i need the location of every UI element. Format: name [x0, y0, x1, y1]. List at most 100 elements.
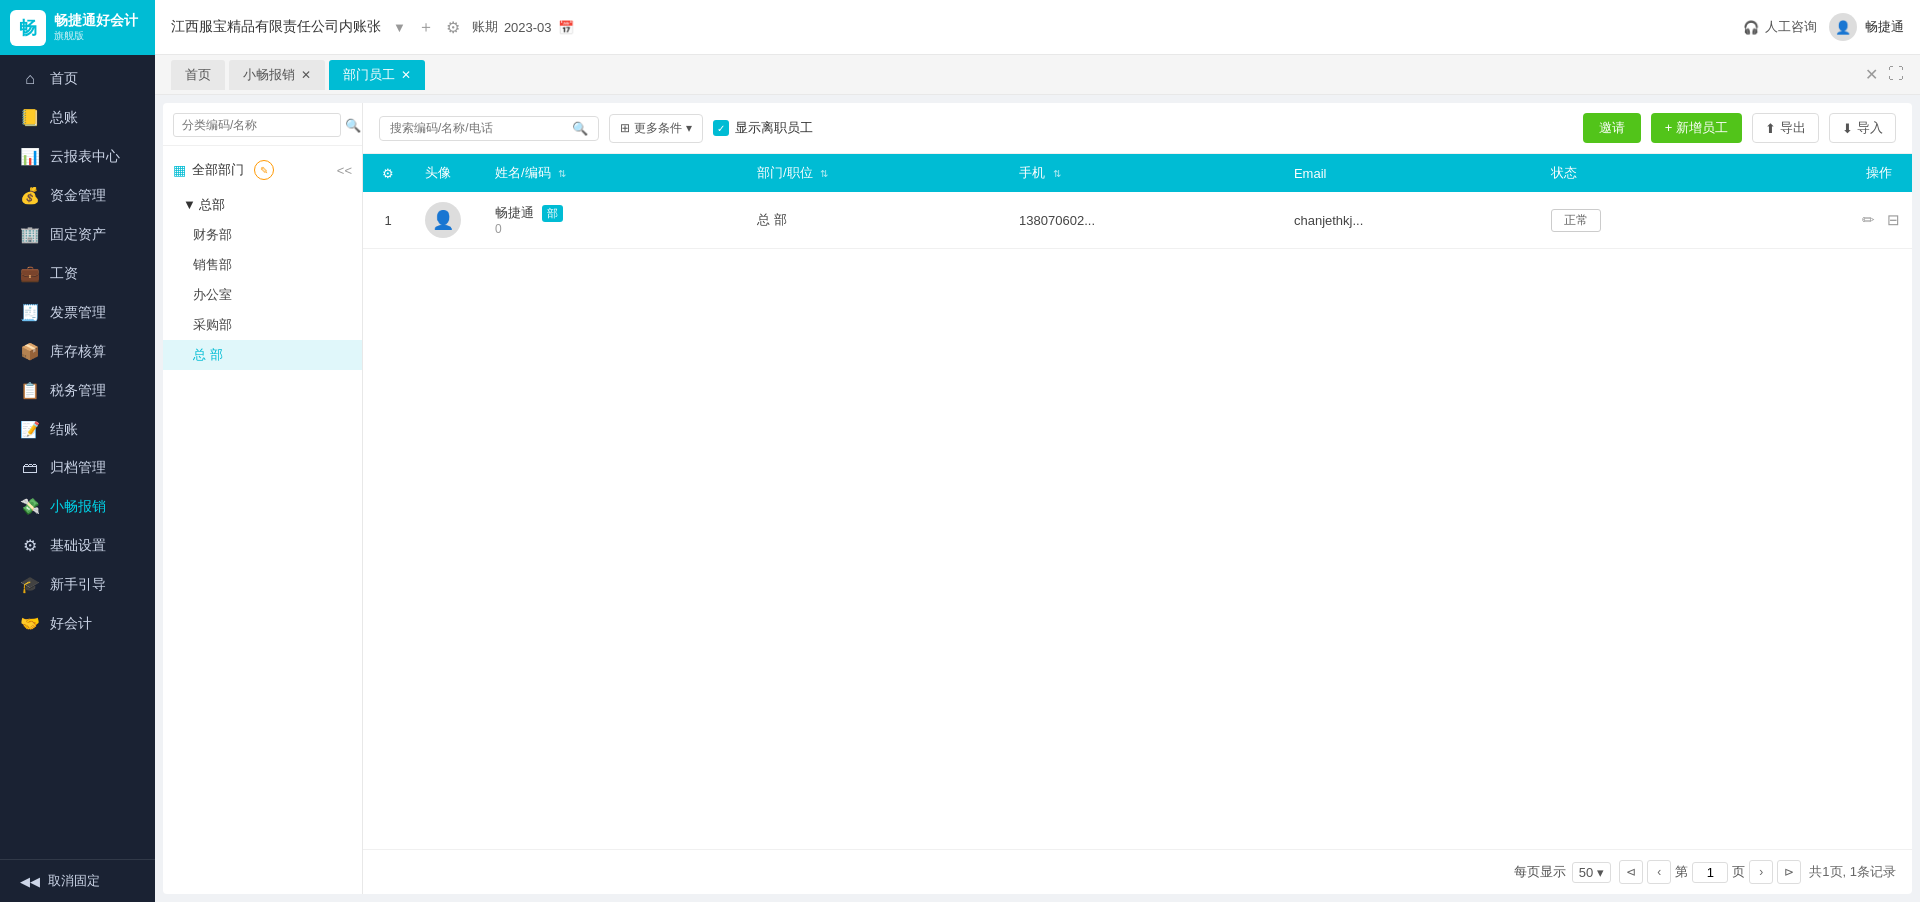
sidebar-item-capital[interactable]: 💰 资金管理: [0, 176, 155, 215]
company-dropdown-icon[interactable]: ▼: [393, 20, 406, 35]
add-employee-button[interactable]: + 新增员工: [1651, 113, 1742, 143]
sidebar-item-home[interactable]: ⌂ 首页: [0, 60, 155, 98]
show-resigned-checkbox[interactable]: ✓: [713, 120, 729, 136]
sidebar-item-salary[interactable]: 💼 工资: [0, 254, 155, 293]
calendar-icon[interactable]: 📅: [558, 20, 574, 35]
archive-icon: 🗃: [20, 459, 40, 477]
basic-icon: ⚙: [20, 536, 40, 555]
dept-item-root[interactable]: ▼ 总部: [163, 190, 362, 220]
page-label-prefix: 第: [1675, 863, 1688, 881]
settings-icon[interactable]: ⚙: [446, 18, 460, 37]
headset-icon: 🎧: [1743, 20, 1759, 35]
sidebar-item-checkout[interactable]: 📝 结账: [0, 410, 155, 449]
phone-sort-icon: ⇅: [1053, 168, 1061, 179]
tab-close-icon[interactable]: ✕: [1865, 65, 1878, 84]
page-number-input[interactable]: [1692, 862, 1728, 883]
col-avatar: 头像: [413, 154, 483, 192]
prev-page-button[interactable]: ‹: [1647, 860, 1671, 884]
invite-button[interactable]: 邀请: [1583, 113, 1641, 143]
dept-search-icon[interactable]: 🔍: [345, 118, 361, 133]
sidebar-item-archive[interactable]: 🗃 归档管理: [0, 449, 155, 487]
sidebar-item-invoice[interactable]: 🧾 发票管理: [0, 293, 155, 332]
fixed-assets-icon: 🏢: [20, 225, 40, 244]
checkout-icon: 📝: [20, 420, 40, 439]
sidebar-label-tax: 税务管理: [50, 382, 106, 400]
dept-item-general[interactable]: 总 部: [163, 340, 362, 370]
col-actions: 操作: [1742, 154, 1912, 192]
dept-item-purchase[interactable]: 采购部: [163, 310, 362, 340]
employee-table: ⚙ 头像 姓名/编码 ⇅ 部门/职位 ⇅ 手机: [363, 154, 1912, 249]
dept-collapse-btn[interactable]: <<: [337, 163, 352, 178]
col-phone[interactable]: 手机 ⇅: [1007, 154, 1282, 192]
tab-home[interactable]: 首页: [171, 60, 225, 90]
pin-icon: ◀◀: [20, 874, 40, 889]
cooperation-icon: 🤝: [20, 614, 40, 633]
sidebar-label-salary: 工资: [50, 265, 78, 283]
sidebar-label-reports: 云报表中心: [50, 148, 120, 166]
dept-item-sales[interactable]: 销售部: [163, 250, 362, 280]
col-name[interactable]: 姓名/编码 ⇅: [483, 154, 745, 192]
tab-xiaochange-label: 小畅报销: [243, 66, 295, 84]
salary-icon: 💼: [20, 264, 40, 283]
employee-table-container: ⚙ 头像 姓名/编码 ⇅ 部门/职位 ⇅ 手机: [363, 154, 1912, 849]
sidebar-item-cooperation[interactable]: 🤝 好会计: [0, 604, 155, 643]
dept-item-finance[interactable]: 财务部: [163, 220, 362, 250]
pagination: 每页显示 50 ▾ ⊲ ‹ 第 页: [363, 849, 1912, 894]
table-header-row: ⚙ 头像 姓名/编码 ⇅ 部门/职位 ⇅ 手机: [363, 154, 1912, 192]
sidebar-item-general-ledger[interactable]: 📒 总账: [0, 98, 155, 137]
employee-search-icon[interactable]: 🔍: [572, 121, 588, 136]
sidebar-item-fixed-assets[interactable]: 🏢 固定资产: [0, 215, 155, 254]
first-page-button[interactable]: ⊲: [1619, 860, 1643, 884]
tab-xiaochange[interactable]: 小畅报销 ✕: [229, 60, 325, 90]
name-sort-icon: ⇅: [558, 168, 566, 179]
sidebar-nav: ⌂ 首页 📒 总账 📊 云报表中心 💰 资金管理 🏢 固定资产 💼 工资 🧾 发…: [0, 55, 155, 859]
sidebar-logo: 畅 畅捷通好会计 旗舰版: [0, 0, 155, 55]
edit-button[interactable]: ✏: [1862, 211, 1875, 228]
company-name: 江西服宝精品有限责任公司内账张: [171, 18, 381, 36]
add-company-icon[interactable]: ＋: [418, 17, 434, 38]
col-settings[interactable]: ⚙: [363, 154, 413, 192]
next-page-button[interactable]: ›: [1749, 860, 1773, 884]
sidebar-item-inventory[interactable]: 📦 库存核算: [0, 332, 155, 371]
dept-search-input[interactable]: [173, 113, 341, 137]
sidebar-item-basic[interactable]: ⚙ 基础设置: [0, 526, 155, 565]
tabs-actions: ✕ ⛶: [1865, 65, 1904, 84]
row-dept: 总 部: [745, 192, 1007, 249]
col-dept[interactable]: 部门/职位 ⇅: [745, 154, 1007, 192]
tab-xiaochange-close[interactable]: ✕: [301, 68, 311, 82]
cancel-pin-button[interactable]: ◀◀ 取消固定: [0, 859, 155, 902]
page-navigation: ⊲ ‹ 第 页 › ⊳: [1619, 860, 1801, 884]
user-menu[interactable]: 👤 畅捷通: [1829, 13, 1904, 41]
last-page-button[interactable]: ⊳: [1777, 860, 1801, 884]
status-badge: 正常: [1551, 209, 1601, 232]
sidebar-label-capital: 资金管理: [50, 187, 106, 205]
dept-badge: ✎: [254, 160, 274, 180]
sidebar-item-reports[interactable]: 📊 云报表中心: [0, 137, 155, 176]
sidebar-label-xiaochange: 小畅报销: [50, 498, 106, 516]
sidebar-item-guide[interactable]: 🎓 新手引导: [0, 565, 155, 604]
employee-search-input[interactable]: [390, 121, 566, 135]
dept-all-header[interactable]: ▦ 全部部门 ✎ <<: [163, 154, 362, 186]
page-size-select[interactable]: 50 ▾: [1572, 862, 1611, 883]
period-display: 账期 2023-03 📅: [472, 18, 574, 36]
col-email: Email: [1282, 154, 1539, 192]
show-resigned-toggle[interactable]: ✓ 显示离职员工: [713, 119, 813, 137]
page-body: 🔍 ▦ 全部部门 ✎ << ▼ 总部 财务部 销售部 办公室: [163, 103, 1912, 894]
sidebar-item-tax[interactable]: 📋 税务管理: [0, 371, 155, 410]
sidebar-item-xiaochange[interactable]: 💸 小畅报销: [0, 487, 155, 526]
logo-title: 畅捷通好会计: [54, 12, 138, 29]
employee-avatar: 👤: [425, 202, 461, 238]
tab-dept-employee-close[interactable]: ✕: [401, 68, 411, 82]
import-button[interactable]: ⬇ 导入: [1829, 113, 1896, 143]
filter-button[interactable]: ⊞ 更多条件 ▾: [609, 114, 703, 143]
dept-item-office[interactable]: 办公室: [163, 280, 362, 310]
right-panel: 🔍 ⊞ 更多条件 ▾ ✓ 显示离职员工 邀请 + 新增员工 ⬆ 导出: [363, 103, 1912, 894]
page-size-area: 每页显示 50 ▾: [1514, 862, 1611, 883]
export-button[interactable]: ⬆ 导出: [1752, 113, 1819, 143]
tab-home-label: 首页: [185, 66, 211, 84]
support-button[interactable]: 🎧 人工咨询: [1743, 18, 1817, 36]
topbar: 江西服宝精品有限责任公司内账张 ▼ ＋ ⚙ 账期 2023-03 📅 🎧 人工咨…: [155, 0, 1920, 55]
tab-dept-employee[interactable]: 部门员工 ✕: [329, 60, 425, 90]
logout-button[interactable]: ⊟: [1887, 211, 1900, 228]
tab-expand-icon[interactable]: ⛶: [1888, 65, 1904, 84]
